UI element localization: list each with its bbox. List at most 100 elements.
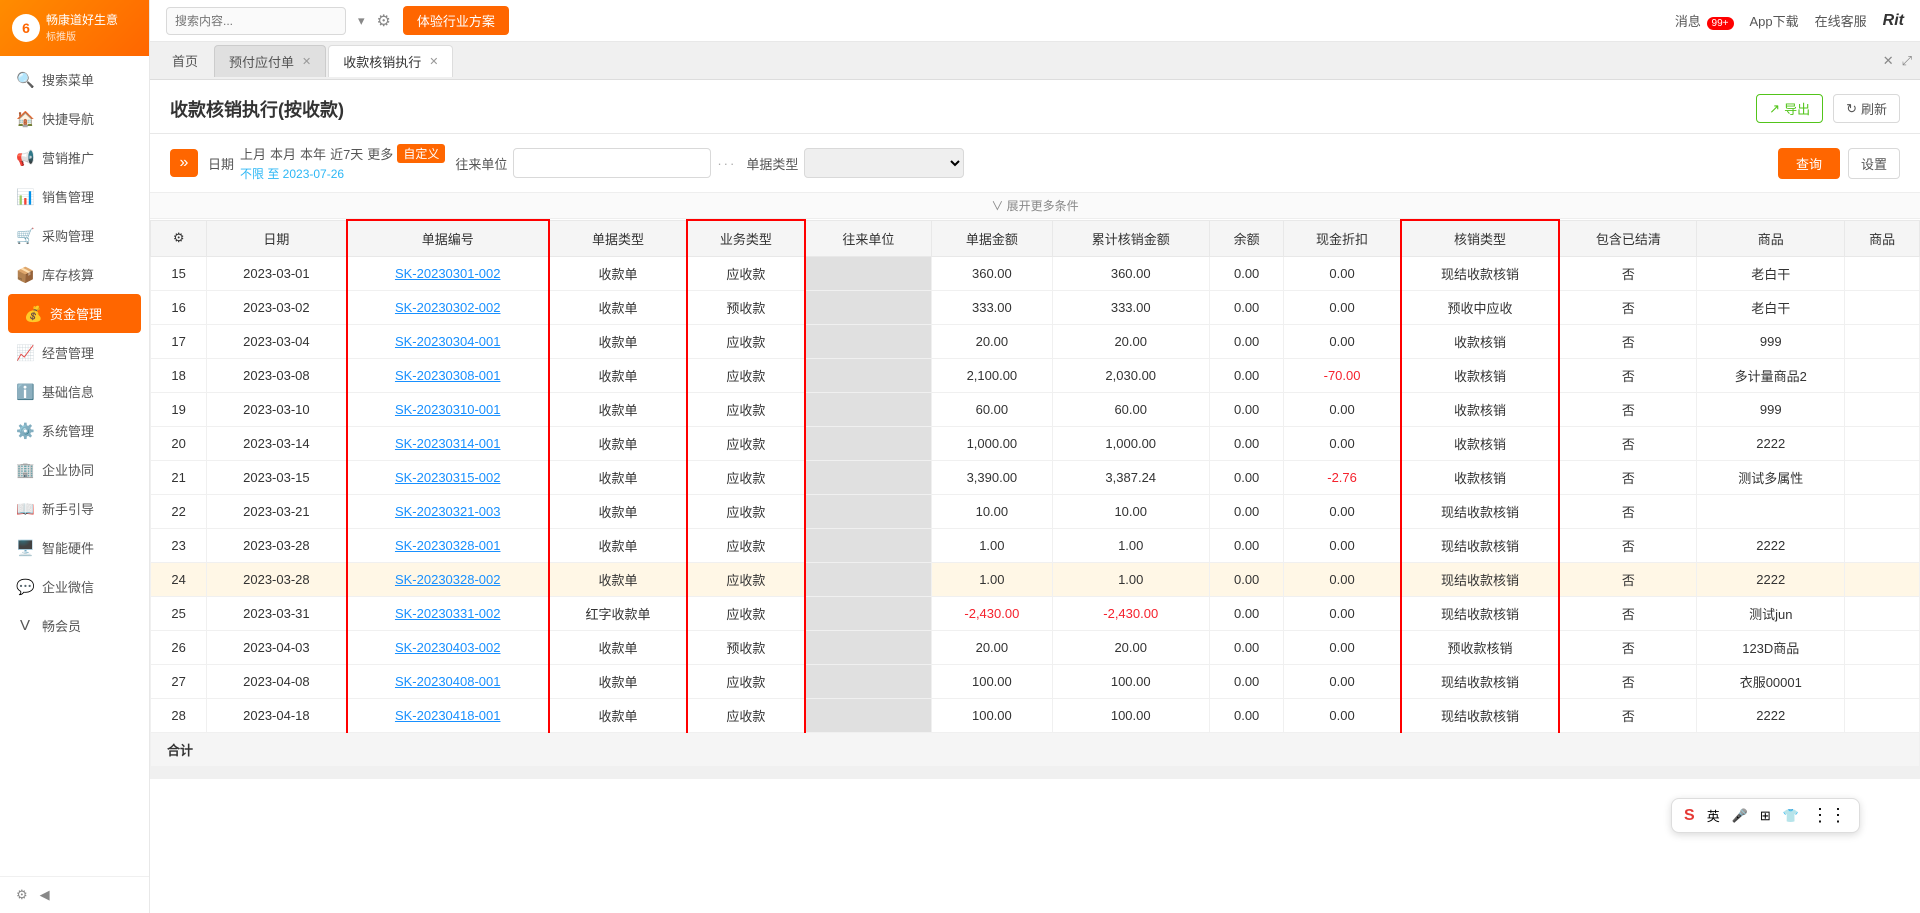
voucher-no-link[interactable]: SK-20230328-001 (395, 538, 501, 553)
sidebar-item-hardware[interactable]: 🖥️智能硬件 (0, 528, 149, 567)
ime-grid-icon[interactable]: ⊞ (1760, 808, 1771, 824)
sidebar-item-member[interactable]: V畅会员 (0, 606, 149, 645)
tab-collection-close[interactable]: ✕ (429, 55, 438, 68)
cell-voucher-no: SK-20230304-001 (347, 325, 549, 359)
topbar-search-input[interactable] (166, 7, 346, 35)
app-download-link[interactable]: App下载 (1750, 11, 1799, 30)
ime-brand[interactable]: 英 (1707, 806, 1720, 825)
cell-voucher-type: 收款单 (549, 563, 687, 597)
expand-more-bar[interactable]: ∨ 展开更多条件 (150, 193, 1920, 219)
table-scrollbar[interactable] (150, 767, 1920, 779)
voucher-no-link[interactable]: SK-20230315-002 (395, 470, 501, 485)
cell-counterparty: ██████ (805, 563, 932, 597)
voucher-no-link[interactable]: SK-20230331-002 (395, 606, 501, 621)
voucher-no-link[interactable]: SK-20230328-002 (395, 572, 501, 587)
settings-icon[interactable]: ⚙ (16, 887, 28, 903)
sidebar-item-sales[interactable]: 📊销售管理 (0, 177, 149, 216)
cell-counterparty: ██████ (805, 325, 932, 359)
tab-prepay-close[interactable]: ✕ (302, 55, 311, 68)
cell-goods2 (1845, 393, 1920, 427)
sidebar-logo-badge: 标推版 (46, 28, 118, 43)
voucher-no-link[interactable]: SK-20230321-003 (395, 504, 501, 519)
cell-amount: 100.00 (932, 665, 1053, 699)
tab-collection[interactable]: 收款核销执行 ✕ (328, 45, 453, 77)
ime-mic-icon[interactable]: 🎤 (1732, 808, 1748, 824)
cell-voucher-no: SK-20230308-001 (347, 359, 549, 393)
voucher-type-select[interactable] (804, 148, 964, 178)
tab-home[interactable]: 首页 (158, 45, 212, 76)
sidebar-item-purchase[interactable]: 🛒采购管理 (0, 216, 149, 255)
col-date: 日期 (207, 220, 347, 257)
sidebar-item-inventory[interactable]: 📦库存核算 (0, 255, 149, 294)
sidebar-item-search[interactable]: 🔍搜索菜单 (0, 60, 149, 99)
cell-counterparty: ██████ (805, 257, 932, 291)
sidebar-item-enterprise[interactable]: 🏢企业协同 (0, 450, 149, 489)
cell-include-settled: 否 (1559, 597, 1696, 631)
cell-goods2 (1845, 495, 1920, 529)
date-quick-links: 上月 本月 本年 近7天 更多 自定义 (240, 144, 445, 163)
date-custom-btn[interactable]: 自定义 (397, 144, 445, 163)
page-title: 收款核销执行(按收款) (170, 96, 344, 122)
cell-cash-discount: 0.00 (1284, 563, 1401, 597)
col-amount: 单据金额 (932, 220, 1053, 257)
cell-goods: 测试jun (1697, 597, 1845, 631)
cell-balance: 0.00 (1209, 665, 1284, 699)
tab-prepay[interactable]: 预付应付单 ✕ (214, 45, 326, 77)
cell-counterparty: ██████ (805, 393, 932, 427)
operation-icon: 📈 (16, 344, 34, 362)
cell-voucher-type: 收款单 (549, 699, 687, 733)
filter-expand-btn[interactable]: » (170, 149, 198, 177)
date-this-year[interactable]: 本年 (300, 144, 326, 163)
ime-apps-icon[interactable]: ⋮⋮ (1811, 805, 1847, 826)
settings-btn[interactable]: 设置 (1848, 148, 1900, 179)
user-name: Rit (1883, 12, 1904, 30)
refresh-icon: ↻ (1846, 101, 1857, 117)
ime-shirt-icon[interactable]: 👕 (1783, 808, 1799, 824)
online-service-link[interactable]: 在线客服 (1815, 11, 1867, 30)
query-btn[interactable]: 查询 (1778, 148, 1840, 179)
sidebar-item-marketing[interactable]: 📢营销推广 (0, 138, 149, 177)
export-btn[interactable]: ↗ 导出 (1756, 94, 1823, 123)
voucher-no-link[interactable]: SK-20230301-002 (395, 266, 501, 281)
date-7days[interactable]: 近7天 (330, 144, 363, 163)
cell-goods: 123D商品 (1697, 631, 1845, 665)
refresh-btn[interactable]: ↻ 刷新 (1833, 94, 1900, 123)
tab-expand[interactable]: ⤢ (1902, 53, 1912, 69)
sidebar-item-guide[interactable]: 📖新手引导 (0, 489, 149, 528)
topbar-dropdown-icon[interactable]: ▾ (358, 13, 365, 29)
cell-biz-type: 应收款 (687, 393, 805, 427)
industry-btn[interactable]: 体验行业方案 (403, 6, 509, 35)
tab-window-close[interactable]: ✕ (1883, 53, 1894, 69)
cell-include-settled: 否 (1559, 393, 1696, 427)
counterparty-dots[interactable]: ··· (717, 156, 736, 171)
counterparty-input[interactable] (513, 148, 711, 178)
cell-biz-type: 应收款 (687, 325, 805, 359)
col-settings-icon[interactable]: ⚙ (151, 220, 207, 257)
date-this-month[interactable]: 本月 (270, 144, 296, 163)
voucher-no-link[interactable]: SK-20230302-002 (395, 300, 501, 315)
sidebar-item-finance[interactable]: 💰资金管理 (8, 294, 141, 333)
sidebar-item-system[interactable]: ⚙️系统管理 (0, 411, 149, 450)
sidebar-item-operation[interactable]: 📈经营管理 (0, 333, 149, 372)
cell-balance: 0.00 (1209, 529, 1284, 563)
voucher-no-link[interactable]: SK-20230403-002 (395, 640, 501, 655)
sidebar-label-system: 系统管理 (42, 421, 94, 440)
tab-home-label: 首页 (172, 51, 198, 70)
voucher-no-link[interactable]: SK-20230418-001 (395, 708, 501, 723)
voucher-no-link[interactable]: SK-20230314-001 (395, 436, 501, 451)
cell-voucher-type: 收款单 (549, 529, 687, 563)
voucher-no-link[interactable]: SK-20230308-001 (395, 368, 501, 383)
cell-cash-discount: -2.76 (1284, 461, 1401, 495)
date-more[interactable]: 更多 (367, 144, 393, 163)
messages-link[interactable]: 消息 99+ (1675, 11, 1734, 30)
date-last-month[interactable]: 上月 (240, 144, 266, 163)
voucher-no-link[interactable]: SK-20230304-001 (395, 334, 501, 349)
sidebar-item-quicknav[interactable]: 🏠快捷导航 (0, 99, 149, 138)
voucher-no-link[interactable]: SK-20230408-001 (395, 674, 501, 689)
cell-writeoff-type: 现结收款核销 (1401, 699, 1560, 733)
sidebar-item-wechat[interactable]: 💬企业微信 (0, 567, 149, 606)
topbar-gear-icon[interactable]: ⚙ (377, 11, 391, 31)
sidebar-item-basic[interactable]: ℹ️基础信息 (0, 372, 149, 411)
voucher-no-link[interactable]: SK-20230310-001 (395, 402, 501, 417)
collapse-icon[interactable]: ◀ (40, 887, 50, 903)
